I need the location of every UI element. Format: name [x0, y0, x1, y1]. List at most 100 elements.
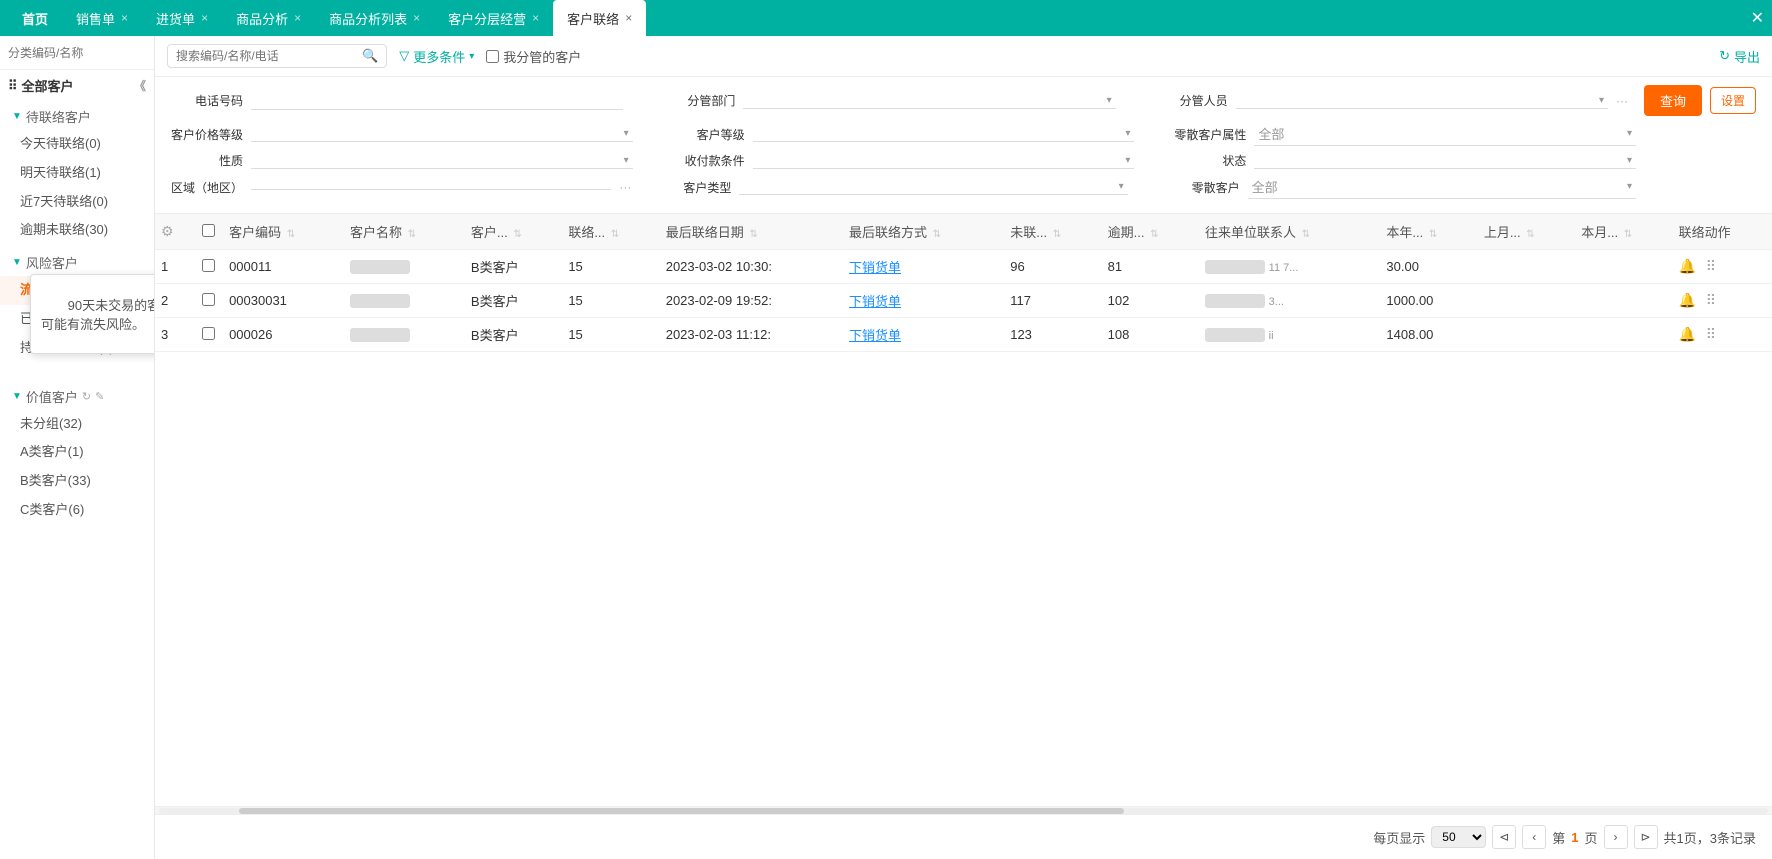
manager-dots[interactable]: ···	[1608, 94, 1636, 108]
sidebar-search-area: 🔍	[0, 36, 154, 70]
tab-customer-tier-close[interactable]: ×	[532, 11, 539, 25]
filter-dept: 分管部门 ▾	[663, 92, 1115, 109]
sort-icon-level[interactable]: ⇅	[513, 229, 521, 240]
tab-home[interactable]: 首页	[8, 0, 62, 36]
retail-customer-select[interactable]: 全部 ▾	[1248, 175, 1636, 199]
td-index-3: 3	[155, 318, 193, 352]
sidebar-item-week-pending[interactable]: 近7天待联络(0)	[0, 188, 154, 217]
retail-attr-select[interactable]: 全部 ▾	[1254, 122, 1636, 146]
tab-analysis-list-close[interactable]: ×	[413, 11, 420, 25]
td-no-contact-3: 123	[1004, 318, 1101, 352]
tab-customer-contact-close[interactable]: ×	[625, 11, 632, 25]
scroll-thumb[interactable]	[239, 808, 1124, 814]
settings-gear-icon[interactable]: ⚙	[161, 223, 174, 239]
sort-icon-no-contact[interactable]: ⇅	[1053, 229, 1061, 240]
tab-analysis[interactable]: 商品分析 ×	[222, 0, 315, 36]
setting-button[interactable]: 设置	[1710, 87, 1756, 114]
customer-type-select[interactable]: ▾	[739, 179, 1127, 195]
row-checkbox-3[interactable]	[202, 327, 215, 340]
tab-customer-tier[interactable]: 客户分层经营 ×	[434, 0, 553, 36]
value-edit-icon[interactable]: ✎	[95, 390, 104, 403]
tab-analysis-label: 商品分析	[236, 9, 288, 28]
sort-icon-date[interactable]: ⇅	[749, 229, 757, 240]
sidebar-item-class-a[interactable]: A类客户(1)	[0, 438, 154, 467]
value-refresh-icon[interactable]: ↻	[82, 390, 91, 403]
method-link-2[interactable]: 下销货单	[849, 294, 901, 309]
sort-icon-method[interactable]: ⇅	[933, 229, 941, 240]
sidebar-item-today-pending[interactable]: 今天待联络(0)	[0, 130, 154, 159]
payment-terms-select[interactable]: ▾	[753, 153, 1135, 169]
sort-icon-contact[interactable]: ⇅	[611, 229, 619, 240]
tab-analysis-close[interactable]: ×	[294, 11, 301, 25]
at-risk-label[interactable]: ▼ 风险客户	[0, 249, 154, 276]
td-date-3: 2023-02-03 11:12:	[660, 318, 843, 352]
sidebar-item-tomorrow-pending[interactable]: 明天待联络(1)	[0, 159, 154, 188]
price-level-select[interactable]: ▾	[251, 126, 633, 142]
region-dots[interactable]: ···	[611, 180, 639, 194]
last-page-button[interactable]: ⊳	[1634, 825, 1658, 849]
export-button[interactable]: ↻ 导出	[1719, 47, 1760, 66]
tab-purchase[interactable]: 进货单 ×	[142, 0, 222, 36]
row-checkbox-1[interactable]	[202, 259, 215, 272]
tab-bar: 首页 销售单 × 进货单 × 商品分析 × 商品分析列表 × 客户分层经营 × …	[0, 0, 1772, 36]
manager-select[interactable]: ▾	[1236, 93, 1608, 109]
phone-input[interactable]	[251, 91, 623, 110]
page-label: 第	[1552, 828, 1565, 847]
row-action-contact-icon-3[interactable]: 🔔	[1679, 326, 1696, 342]
query-button[interactable]: 查询	[1644, 85, 1702, 116]
next-page-button[interactable]: ›	[1604, 825, 1628, 849]
sidebar-item-class-b[interactable]: B类客户(33)	[0, 467, 154, 496]
my-customers-checkbox[interactable]	[486, 50, 499, 63]
td-last-month-2	[1478, 284, 1575, 318]
td-last-month-3	[1478, 318, 1575, 352]
row-action-contact-icon-2[interactable]: 🔔	[1679, 292, 1696, 308]
nature-select[interactable]: ▾	[251, 153, 633, 169]
filter-customer-type: 客户类型 ▾	[659, 179, 1127, 196]
at-risk-title: 风险客户	[26, 253, 78, 272]
tab-purchase-close[interactable]: ×	[201, 11, 208, 25]
sidebar-search-input[interactable]	[8, 46, 155, 60]
method-link-1[interactable]: 下销货单	[849, 260, 901, 275]
sort-icon-name[interactable]: ⇅	[408, 229, 416, 240]
select-all-checkbox[interactable]	[202, 224, 215, 237]
dept-select[interactable]: ▾	[743, 93, 1115, 109]
row-action-grid-icon-3[interactable]: ⠿	[1706, 326, 1716, 342]
td-index-2: 2	[155, 284, 193, 318]
customer-level-label: 客户等级	[673, 126, 753, 143]
tab-analysis-list[interactable]: 商品分析列表 ×	[315, 0, 434, 36]
horizontal-scrollbar[interactable]	[155, 806, 1772, 814]
sidebar-item-class-c[interactable]: C类客户(6)	[0, 496, 154, 525]
row-action-grid-icon-1[interactable]: ⠿	[1706, 258, 1716, 274]
pending-contact-label[interactable]: ▼ 待联络客户	[0, 103, 154, 130]
row-action-grid-icon-2[interactable]: ⠿	[1706, 292, 1716, 308]
more-conditions-button[interactable]: ▽ 更多条件 ▾	[399, 47, 474, 66]
sidebar-item-overdue-pending[interactable]: 逾期未联络(30)	[0, 216, 154, 245]
value-customers-label[interactable]: ▼ 价值客户 ↻ ✎	[0, 383, 154, 410]
sort-icon-last-month[interactable]: ⇅	[1526, 229, 1534, 240]
sort-icon-unit[interactable]: ⇅	[1302, 229, 1310, 240]
customer-level-select[interactable]: ▾	[753, 126, 1135, 142]
row-action-contact-icon-1[interactable]: 🔔	[1679, 258, 1696, 274]
tab-customer-contact[interactable]: 客户联络 ×	[553, 0, 646, 36]
method-link-3[interactable]: 下销货单	[849, 328, 901, 343]
first-page-button[interactable]: ⊲	[1492, 825, 1516, 849]
all-customers-header[interactable]: ⠿ 全部客户 《	[0, 70, 154, 101]
sort-icon-code[interactable]: ⇅	[287, 229, 295, 240]
region-label: 区域（地区）	[171, 179, 251, 196]
export-label: 导出	[1734, 47, 1760, 66]
tab-sales[interactable]: 销售单 ×	[62, 0, 142, 36]
sort-icon-overdue[interactable]: ⇅	[1150, 229, 1158, 240]
status-select[interactable]: ▾	[1254, 153, 1636, 169]
sort-icon-year[interactable]: ⇅	[1429, 229, 1437, 240]
row-checkbox-2[interactable]	[202, 293, 215, 306]
close-all-button[interactable]: ✕	[1751, 8, 1764, 28]
sort-icon-this-month[interactable]: ⇅	[1624, 229, 1632, 240]
customer-name-blurred-3	[350, 328, 410, 342]
collapse-icon[interactable]: 《	[134, 77, 146, 94]
sidebar-item-unclassified[interactable]: 未分组(32)	[0, 410, 154, 439]
prev-page-button[interactable]: ‹	[1522, 825, 1546, 849]
tab-sales-close[interactable]: ×	[121, 11, 128, 25]
my-customers-checkbox-label[interactable]: 我分管的客户	[486, 47, 581, 66]
page-size-select[interactable]: 50 100 200	[1431, 826, 1486, 848]
search-input[interactable]	[176, 49, 356, 63]
